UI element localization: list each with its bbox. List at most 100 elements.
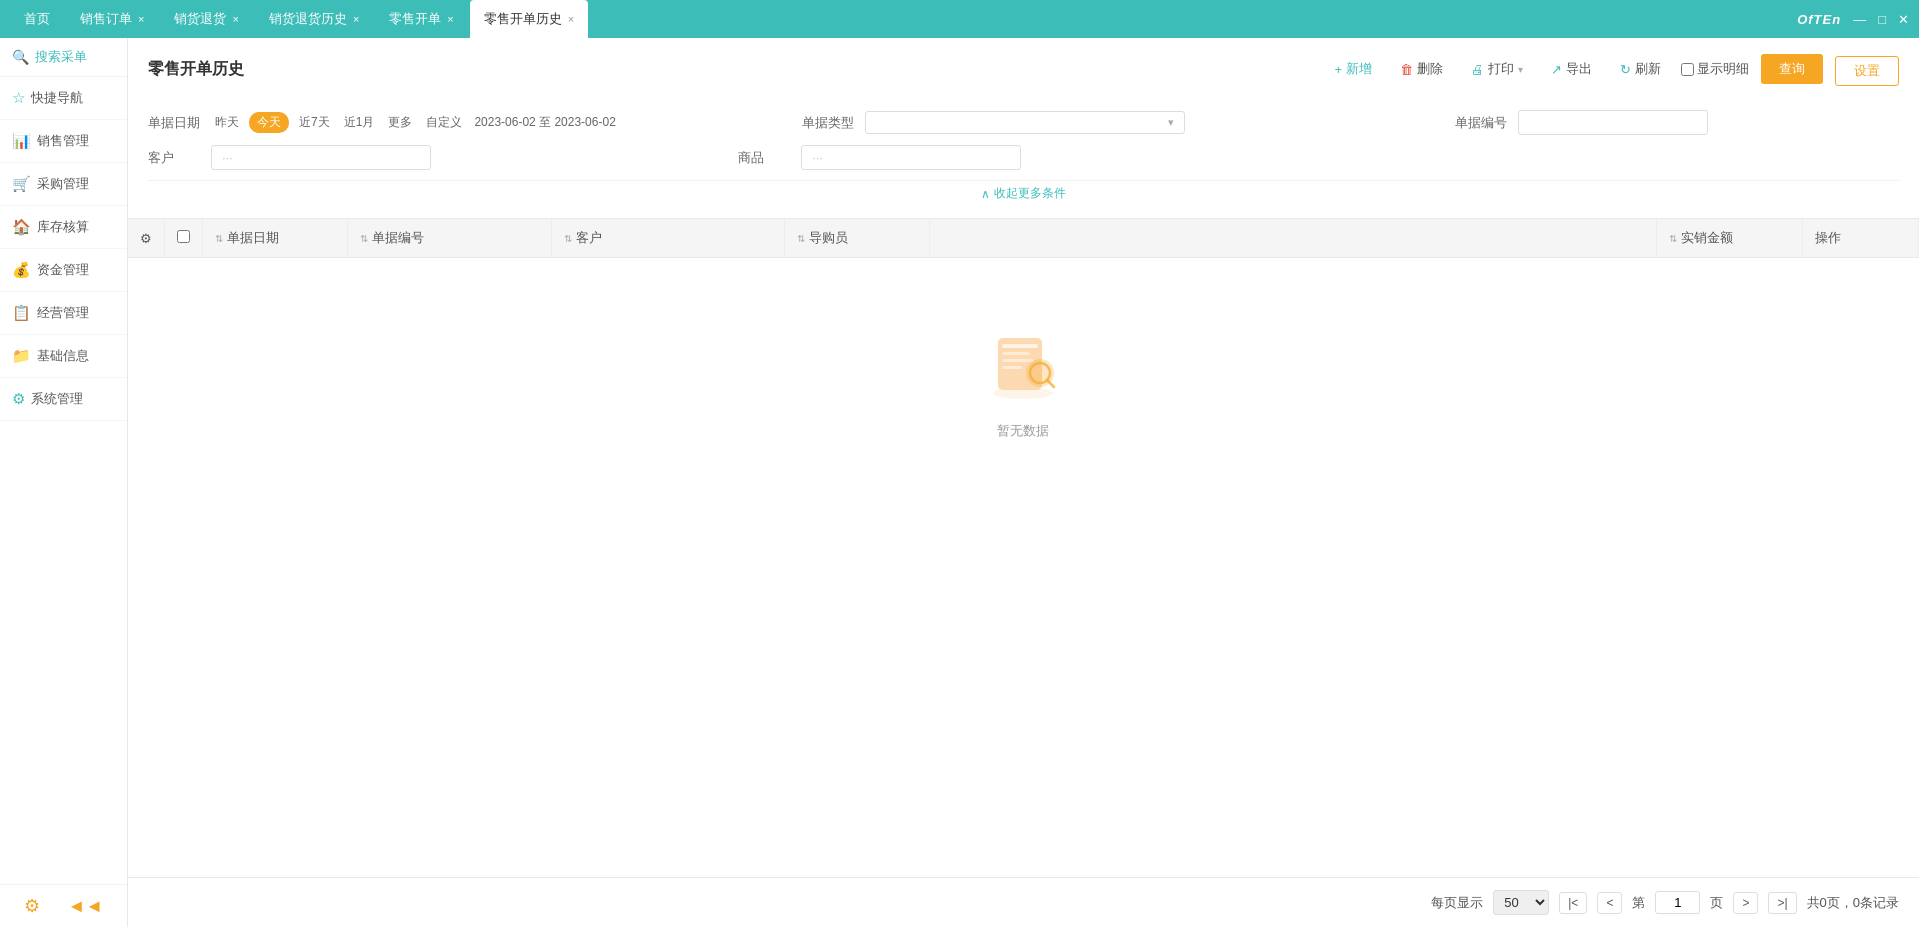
date-range-display: 2023-06-02 至 2023-06-02 (474, 114, 615, 131)
export-icon: ↗ (1551, 62, 1562, 77)
brand-label: OfTEn (1797, 12, 1841, 27)
col-setting[interactable]: ⚙ (128, 219, 165, 258)
page-suffix: 页 (1710, 894, 1723, 912)
svg-rect-3 (1002, 352, 1030, 355)
select-all-checkbox[interactable] (177, 230, 190, 243)
quick-nav-icon: ☆ (12, 89, 25, 107)
per-page-select[interactable]: 50 100 200 (1493, 890, 1549, 915)
page-number-input[interactable] (1655, 891, 1700, 914)
sidebar-bottom: ⚙ ◄◄ (0, 884, 127, 927)
sidebar-label-basic-info: 基础信息 (37, 347, 89, 365)
date-opt-today[interactable]: 今天 (249, 112, 289, 133)
minimize-btn[interactable]: — (1853, 12, 1866, 27)
table-wrapper: ⚙ ⇅单据日期 ⇅单据编号 ⇅客户 (128, 219, 1919, 877)
tab-sales-return[interactable]: 销货退货 × (160, 0, 252, 38)
next-page-btn[interactable]: > (1733, 892, 1758, 914)
settings-icon[interactable]: ⚙ (140, 231, 152, 246)
delete-button[interactable]: 🗑 删除 (1392, 56, 1451, 82)
table-header-row: ⚙ ⇅单据日期 ⇅单据编号 ⇅客户 (128, 219, 1919, 258)
export-button[interactable]: ↗ 导出 (1543, 56, 1600, 82)
tab-close-sales-return[interactable]: × (232, 13, 238, 25)
date-options: 昨天 今天 近7天 近1月 更多 自定义 (211, 112, 466, 133)
page-label: 第 (1632, 894, 1645, 912)
sidebar-item-sales-mgmt[interactable]: 📊销售管理 (0, 120, 127, 163)
sidebar-item-basic-info[interactable]: 📁基础信息 (0, 335, 127, 378)
svg-rect-2 (1002, 344, 1038, 348)
date-opt-7days[interactable]: 近7天 (295, 112, 334, 133)
refresh-label: 刷新 (1635, 60, 1661, 78)
sidebar-items-container: ☆快捷导航📊销售管理🛒采购管理🏠库存核算💰资金管理📋经营管理📁基础信息⚙系统管理 (0, 77, 127, 421)
tab-sales-return-history[interactable]: 销货退货历史 × (255, 0, 373, 38)
print-chevron-icon: ▾ (1518, 64, 1523, 75)
sidebar-label-finance: 资金管理 (37, 261, 89, 279)
col-amount-header[interactable]: ⇅实销金额 (1657, 219, 1802, 258)
tab-label-home: 首页 (24, 10, 50, 28)
query-button[interactable]: 查询 (1761, 54, 1823, 84)
add-button[interactable]: + 新增 (1326, 56, 1380, 82)
sidebar-label-inventory: 库存核算 (37, 218, 89, 236)
sort-customer-icon: ⇅ (564, 233, 572, 244)
tab-close-retail-open[interactable]: × (447, 13, 453, 25)
prev-page-btn[interactable]: < (1597, 892, 1622, 914)
col-customer-header[interactable]: ⇅客户 (552, 219, 785, 258)
sidebar-item-finance[interactable]: 💰资金管理 (0, 249, 127, 292)
sidebar-item-inventory[interactable]: 🏠库存核算 (0, 206, 127, 249)
main-layout: 🔍 搜索采单 ☆快捷导航📊销售管理🛒采购管理🏠库存核算💰资金管理📋经营管理📁基础… (0, 38, 1919, 927)
tabs-container: 首页销售订单×销货退货×销货退货历史×零售开单×零售开单历史× (10, 0, 1797, 38)
tab-label-sales-return-history: 销货退货历史 (269, 10, 347, 28)
number-filter-input[interactable] (1518, 110, 1708, 135)
show-detail-checkbox[interactable] (1681, 63, 1694, 76)
per-page-label: 每页显示 (1431, 894, 1483, 912)
date-opt-custom[interactable]: 自定义 (422, 112, 466, 133)
col-checkbox (165, 219, 203, 258)
date-opt-more[interactable]: 更多 (384, 112, 416, 133)
set-button[interactable]: 设置 (1835, 56, 1899, 86)
col-date-header[interactable]: ⇅单据日期 (203, 219, 348, 258)
product-dots: ··· (812, 150, 823, 165)
col-number-header[interactable]: ⇅单据编号 (348, 219, 552, 258)
tab-home[interactable]: 首页 (10, 0, 64, 38)
sidebar-item-system-mgmt[interactable]: ⚙系统管理 (0, 378, 127, 421)
tab-sales-order[interactable]: 销售订单× (66, 0, 158, 38)
restore-btn[interactable]: □ (1878, 12, 1886, 27)
sidebar: 🔍 搜索采单 ☆快捷导航📊销售管理🛒采购管理🏠库存核算💰资金管理📋经营管理📁基础… (0, 38, 128, 927)
tab-retail-open[interactable]: 零售开单× (375, 0, 467, 38)
type-filter-label: 单据类型 (802, 114, 857, 132)
date-opt-yesterday[interactable]: 昨天 (211, 112, 243, 133)
tab-label-sales-return: 销货退货 (174, 10, 226, 28)
tab-close-sales-order[interactable]: × (138, 13, 144, 25)
tab-retail-open-history[interactable]: 零售开单历史× (470, 0, 588, 38)
date-opt-1month[interactable]: 近1月 (340, 112, 379, 133)
sidebar-item-operation[interactable]: 📋经营管理 (0, 292, 127, 335)
customer-filter-input[interactable]: ··· (211, 145, 431, 170)
tab-close-retail-open-history[interactable]: × (568, 13, 574, 25)
print-button[interactable]: 🖨 打印 ▾ (1463, 56, 1531, 82)
sidebar-item-purchase-mgmt[interactable]: 🛒采购管理 (0, 163, 127, 206)
page-title: 零售开单历史 (148, 59, 244, 80)
last-page-btn[interactable]: >| (1768, 892, 1796, 914)
close-window-btn[interactable]: ✕ (1898, 12, 1909, 27)
filter-row-2: 客户 ··· 商品 ··· (148, 145, 1899, 170)
collapse-conditions-button[interactable]: ∧ 收起更多条件 (148, 180, 1899, 206)
sidebar-search[interactable]: 🔍 搜索采单 (0, 38, 127, 77)
type-select[interactable]: ▾ (865, 111, 1185, 134)
first-page-btn[interactable]: |< (1559, 892, 1587, 914)
show-detail-toggle[interactable]: 显示明细 (1681, 60, 1749, 78)
total-text: 共0页，0条记录 (1807, 894, 1899, 912)
print-icon: 🖨 (1471, 62, 1484, 77)
sidebar-search-label: 搜索采单 (35, 48, 87, 66)
filter-area: 单据日期 昨天 今天 近7天 近1月 更多 自定义 2023-06-02 至 2… (148, 100, 1899, 218)
sidebar-item-quick-nav[interactable]: ☆快捷导航 (0, 77, 127, 120)
system-mgmt-icon: ⚙ (12, 390, 25, 408)
show-detail-label: 显示明细 (1697, 60, 1749, 78)
refresh-button[interactable]: ↻ 刷新 (1612, 56, 1669, 82)
sidebar-settings-icon[interactable]: ⚙ (24, 895, 40, 917)
export-label: 导出 (1566, 60, 1592, 78)
col-guide-header[interactable]: ⇅导购员 (784, 219, 929, 258)
pagination-bar: 每页显示 50 100 200 |< < 第 页 > >| 共0页，0条记录 (128, 877, 1919, 927)
sidebar-collapse-icon[interactable]: ◄◄ (68, 896, 104, 917)
customer-dots: ··· (222, 150, 233, 165)
tab-close-sales-return-history[interactable]: × (353, 13, 359, 25)
tab-bar-right: OfTEn — □ ✕ (1797, 12, 1909, 27)
product-filter-input[interactable]: ··· (801, 145, 1021, 170)
